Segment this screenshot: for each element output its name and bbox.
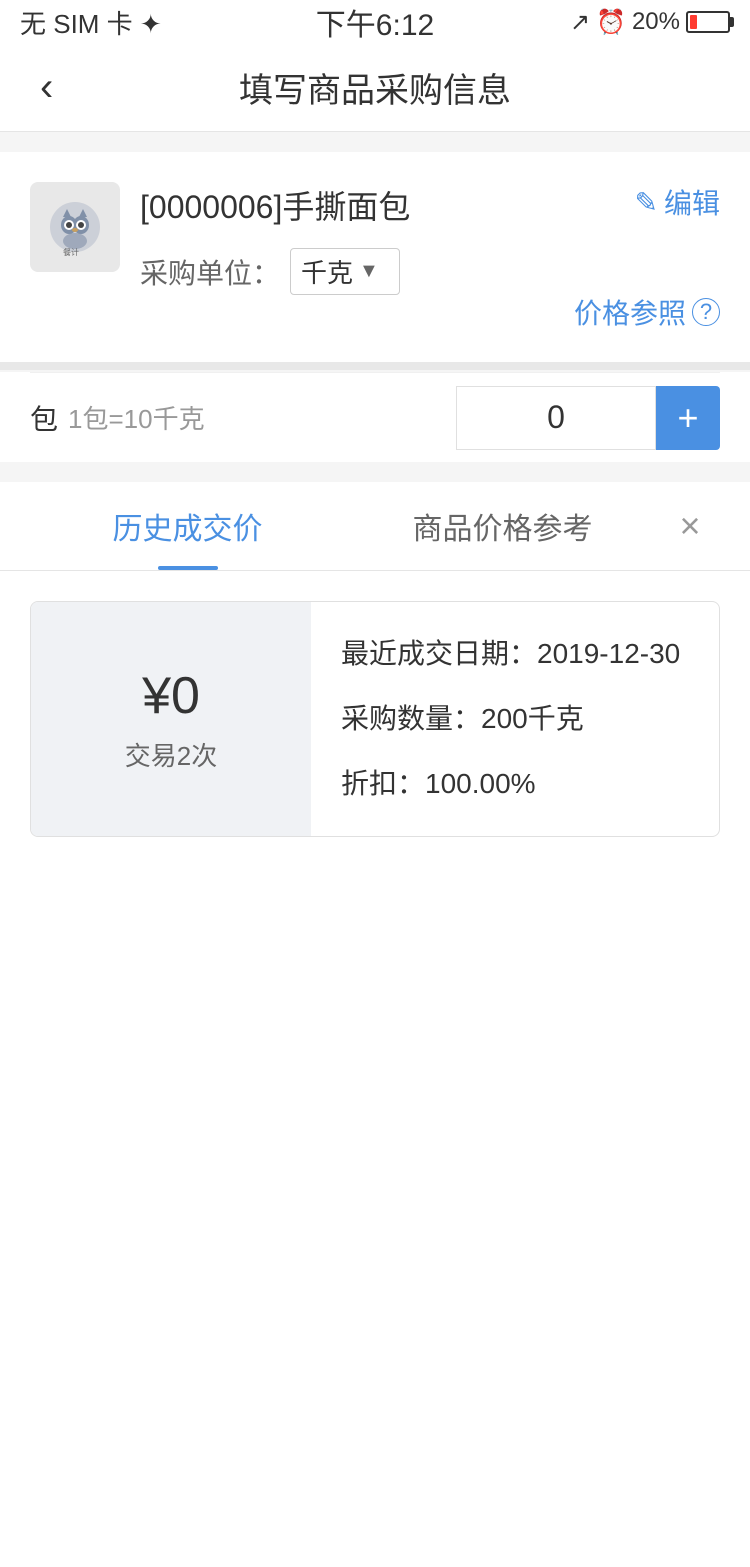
recent-date-label: 最近成交日期： — [341, 638, 537, 669]
quantity-value: 0 — [547, 399, 565, 436]
quantity-row: 包 1包=10千克 0 + — [30, 372, 720, 462]
no-sim-label: 无 SIM 卡 ✦ — [20, 9, 162, 39]
quantity-label: 采购数量： — [341, 703, 481, 734]
price-card: ¥0 交易2次 最近成交日期：2019-12-30 采购数量：200千克 折扣：… — [30, 601, 720, 837]
unit-label: 采购单位： — [140, 252, 280, 292]
quantity-control: 0 + — [456, 386, 720, 450]
recent-date-row: 最近成交日期：2019-12-30 — [341, 632, 689, 677]
status-right: ↗ ⏰ 20% — [570, 8, 730, 37]
unit-dropdown-arrow: ▼ — [359, 260, 379, 283]
status-time: 下午6:12 — [316, 0, 434, 44]
quantity-plus-button[interactable]: + — [656, 386, 720, 450]
quantity-section: 包 1包=10千克 0 + — [0, 372, 750, 462]
alarm-icon: ⏰ — [596, 8, 626, 37]
status-left: 无 SIM 卡 ✦ — [20, 4, 162, 41]
price-reference-button[interactable]: 价格参照 ? — [574, 292, 720, 332]
battery-icon — [686, 11, 730, 33]
quantity-conversion: 1包=10千克 — [68, 399, 205, 436]
tab-history-price[interactable]: 历史成交价 — [30, 482, 345, 570]
quantity-input[interactable]: 0 — [456, 386, 656, 450]
edit-label: 编辑 — [664, 182, 720, 222]
discount-row: 折扣：100.00% — [341, 762, 689, 807]
product-unit-row: 采购单位： 千克 ▼ — [140, 248, 410, 295]
recent-date-value: 2019-12-30 — [537, 638, 680, 669]
price-card-right: 最近成交日期：2019-12-30 采购数量：200千克 折扣：100.00% — [311, 602, 719, 836]
battery-percent: 20% — [632, 8, 680, 36]
quantity-unit-info: 包 1包=10千克 — [30, 398, 205, 438]
product-section: 餐计 [0000006]手撕面包 采购单位： 千克 ▼ ✎ 编辑 — [0, 152, 750, 362]
section-divider — [0, 362, 750, 370]
price-ref-icon: ? — [692, 298, 720, 326]
main-content — [0, 867, 750, 1567]
amount-value: 0 — [171, 667, 200, 725]
product-right: ✎ 编辑 价格参照 ? — [574, 182, 720, 332]
product-image: 餐计 — [30, 182, 120, 272]
location-icon: ↗ — [570, 8, 590, 37]
quantity-unit-name: 包 — [30, 398, 58, 438]
product-info: [0000006]手撕面包 采购单位： 千克 ▼ — [140, 182, 410, 295]
tab-history-label: 历史成交价 — [113, 504, 263, 548]
tab-price-ref-label: 商品价格参考 — [413, 504, 593, 548]
price-times: 交易2次 — [125, 736, 217, 773]
product-left: 餐计 [0000006]手撕面包 采购单位： 千克 ▼ — [30, 182, 410, 295]
status-bar: 无 SIM 卡 ✦ 下午6:12 ↗ ⏰ 20% — [0, 0, 750, 44]
discount-label: 折扣： — [341, 768, 425, 799]
unit-select-value: 千克 — [301, 253, 353, 290]
product-name: [0000006]手撕面包 — [140, 182, 410, 228]
back-button[interactable]: ‹ — [30, 55, 63, 120]
product-header: 餐计 [0000006]手撕面包 采购单位： 千克 ▼ ✎ 编辑 — [30, 182, 720, 332]
tab-price-reference[interactable]: 商品价格参考 — [345, 482, 660, 570]
price-card-left: ¥0 交易2次 — [31, 602, 311, 836]
quantity-detail-value: 200千克 — [481, 703, 584, 734]
nav-bar: ‹ 填写商品采购信息 — [0, 44, 750, 132]
price-card-area: ¥0 交易2次 最近成交日期：2019-12-30 采购数量：200千克 折扣：… — [0, 571, 750, 867]
tab-active-indicator — [158, 566, 218, 570]
currency-symbol: ¥ — [142, 667, 171, 725]
quantity-row-detail: 采购数量：200千克 — [341, 697, 689, 742]
unit-select-dropdown[interactable]: 千克 ▼ — [290, 248, 400, 295]
edit-button[interactable]: ✎ 编辑 — [635, 182, 720, 222]
tabs-section: 历史成交价 商品价格参考 × ¥0 交易2次 最近成交日期：2019-12-30… — [0, 482, 750, 1567]
price-amount: ¥0 — [142, 666, 200, 726]
product-thumbnail: 餐计 — [45, 197, 105, 257]
svg-text:餐计: 餐计 — [63, 247, 79, 257]
tabs-header: 历史成交价 商品价格参考 × — [0, 482, 750, 571]
page-title: 填写商品采购信息 — [239, 63, 511, 112]
price-ref-label: 价格参照 — [574, 292, 686, 332]
tab-close-button[interactable]: × — [660, 482, 720, 570]
edit-icon: ✎ — [635, 186, 658, 219]
discount-value: 100.00% — [425, 768, 536, 799]
